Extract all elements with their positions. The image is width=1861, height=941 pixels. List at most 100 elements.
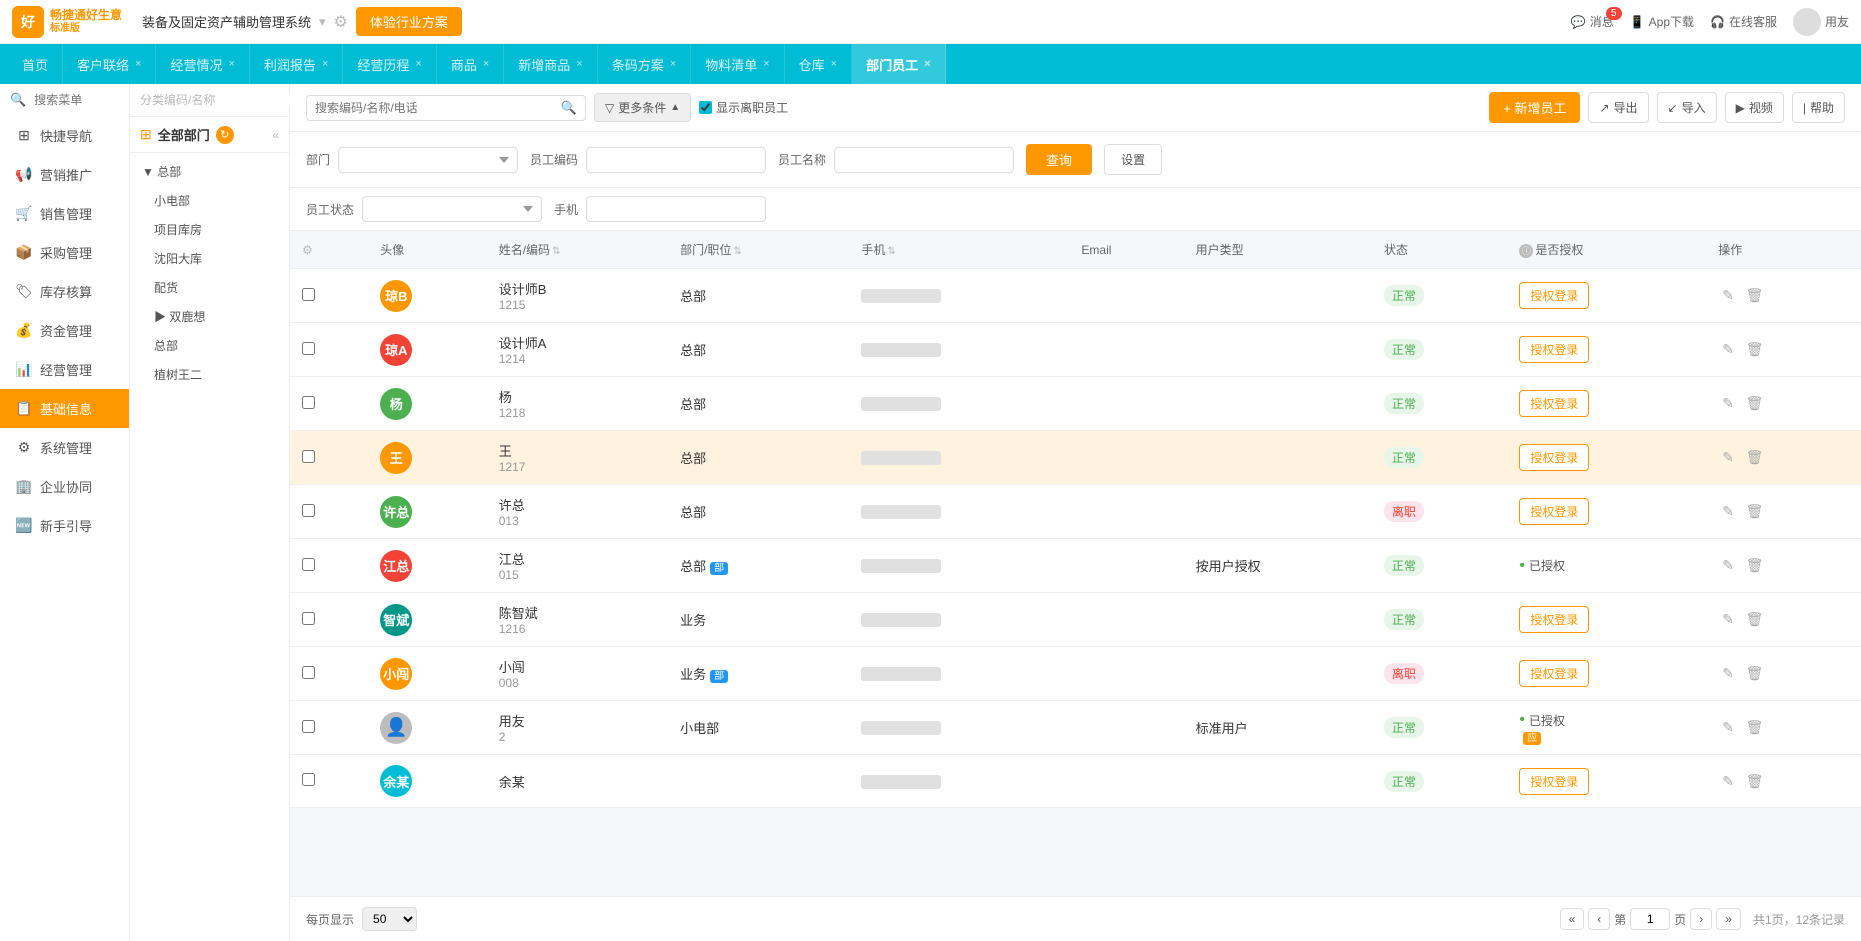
sidebar-search-input[interactable] xyxy=(34,93,119,107)
row-setting[interactable] xyxy=(290,701,368,755)
row-checkbox[interactable] xyxy=(302,612,315,625)
nav-tab-经营情况[interactable]: 经营情况× xyxy=(156,44,249,84)
nav-tab-条码方案[interactable]: 条码方案× xyxy=(598,44,691,84)
sidebar-item-sales[interactable]: 🛒销售管理 xyxy=(0,194,129,233)
dept-item[interactable]: 配货 xyxy=(130,273,289,302)
dept-item[interactable]: 沈阳大库 xyxy=(130,244,289,273)
row-setting[interactable] xyxy=(290,269,368,323)
auth-btn[interactable]: 授权登录 xyxy=(1519,768,1589,795)
edit-btn[interactable]: ✎ xyxy=(1718,771,1738,792)
import-btn[interactable]: ↙ 导入 xyxy=(1657,92,1717,123)
col-dept[interactable]: 部门/职位⇅ xyxy=(668,231,849,269)
dept-search-input[interactable] xyxy=(140,93,295,107)
dept-item[interactable]: 小电部 xyxy=(130,186,289,215)
delete-btn[interactable]: 🗑 xyxy=(1742,339,1768,360)
edit-btn[interactable]: ✎ xyxy=(1718,609,1738,630)
show-resigned-label[interactable]: 显示离职员工 xyxy=(699,99,788,116)
row-checkbox[interactable] xyxy=(302,666,315,679)
row-checkbox[interactable] xyxy=(302,450,315,463)
edit-btn[interactable]: ✎ xyxy=(1718,447,1738,468)
dept-item[interactable]: 项目库房 xyxy=(130,215,289,244)
delete-btn[interactable]: 🗑 xyxy=(1742,717,1768,738)
delete-btn[interactable]: 🗑 xyxy=(1742,285,1768,306)
edit-btn[interactable]: ✎ xyxy=(1718,501,1738,522)
nav-tab-close[interactable]: × xyxy=(670,58,676,70)
nav-tab-物料清单[interactable]: 物料清单× xyxy=(691,44,784,84)
prev-page-btn[interactable]: ‹ xyxy=(1588,908,1610,930)
emp-status-select[interactable] xyxy=(362,196,542,222)
row-checkbox[interactable] xyxy=(302,720,315,733)
nav-tab-新增商品[interactable]: 新增商品× xyxy=(504,44,597,84)
edit-btn[interactable]: ✎ xyxy=(1718,555,1738,576)
delete-btn[interactable]: 🗑 xyxy=(1742,771,1768,792)
first-page-btn[interactable]: « xyxy=(1560,908,1585,930)
user-action[interactable]: 用友 xyxy=(1793,8,1849,36)
row-checkbox[interactable] xyxy=(302,396,315,409)
row-setting[interactable] xyxy=(290,323,368,377)
phone-input[interactable] xyxy=(586,196,766,222)
delete-btn[interactable]: 🗑 xyxy=(1742,501,1768,522)
view-btn[interactable]: ▶ 视频 xyxy=(1725,92,1784,123)
emp-search-input[interactable] xyxy=(315,101,557,115)
emp-name-input[interactable] xyxy=(834,147,1014,173)
row-setting[interactable] xyxy=(290,593,368,647)
nav-tab-部门员工[interactable]: 部门员工× xyxy=(852,44,945,84)
nav-tab-close[interactable]: × xyxy=(831,58,837,70)
nav-tab-仓库[interactable]: 仓库× xyxy=(785,44,852,84)
dept-item[interactable]: ▶ 双鹿想 xyxy=(130,302,289,331)
col-phone[interactable]: 手机⇅ xyxy=(849,231,1069,269)
row-checkbox[interactable] xyxy=(302,342,315,355)
sidebar-item-marketing[interactable]: 📢营销推广 xyxy=(0,155,129,194)
add-emp-btn[interactable]: + 新增员工 xyxy=(1489,92,1580,123)
row-setting[interactable] xyxy=(290,647,368,701)
nav-tab-close[interactable]: × xyxy=(322,58,328,70)
edit-btn[interactable]: ✎ xyxy=(1718,339,1738,360)
auth-btn[interactable]: 授权登录 xyxy=(1519,336,1589,363)
row-setting[interactable] xyxy=(290,755,368,808)
edit-btn[interactable]: ✎ xyxy=(1718,717,1738,738)
sidebar-item-system[interactable]: ⚙系统管理 xyxy=(0,428,129,467)
show-resigned-checkbox[interactable] xyxy=(699,101,712,114)
page-input[interactable] xyxy=(1630,908,1670,930)
nav-tab-close[interactable]: × xyxy=(924,58,930,70)
row-checkbox[interactable] xyxy=(302,558,315,571)
auth-btn[interactable]: 授权登录 xyxy=(1519,606,1589,633)
auth-btn[interactable]: 授权登录 xyxy=(1519,390,1589,417)
sidebar-item-basic[interactable]: 📋基础信息 xyxy=(0,389,129,428)
row-setting[interactable] xyxy=(290,485,368,539)
dept-item[interactable]: 总部 xyxy=(130,331,289,360)
nav-tab-close[interactable]: × xyxy=(576,58,582,70)
nav-tab-close[interactable]: × xyxy=(135,58,141,70)
row-checkbox[interactable] xyxy=(302,504,315,517)
app-action[interactable]: 📱 App下载 xyxy=(1630,13,1694,30)
dropdown-icon[interactable]: ▾ xyxy=(319,14,326,30)
delete-btn[interactable]: 🗑 xyxy=(1742,663,1768,684)
sidebar-item-company[interactable]: 🏢企业协同 xyxy=(0,467,129,506)
next-page-btn[interactable]: › xyxy=(1690,908,1712,930)
nav-tab-close[interactable]: × xyxy=(415,58,421,70)
nav-tab-close[interactable]: × xyxy=(228,58,234,70)
sidebar-item-inventory[interactable]: 🏷库存核算 xyxy=(0,272,129,311)
auth-btn[interactable]: 授权登录 xyxy=(1519,444,1589,471)
search-btn[interactable]: 查询 xyxy=(1026,144,1092,175)
sidebar-item-guide[interactable]: 🆕新手引导 xyxy=(0,506,129,545)
export-btn[interactable]: ↗ 导出 xyxy=(1588,92,1648,123)
sidebar-item-operation[interactable]: 📊经营管理 xyxy=(0,350,129,389)
last-page-btn[interactable]: » xyxy=(1716,908,1741,930)
nav-tab-close[interactable]: × xyxy=(483,58,489,70)
sidebar-search[interactable]: 🔍 xyxy=(0,84,129,116)
settings-icon[interactable]: ⚙ xyxy=(334,12,348,32)
sort-icon[interactable]: ⇅ xyxy=(733,246,741,257)
nav-tab-客户联络[interactable]: 客户联络× xyxy=(63,44,156,84)
service-action[interactable]: 🎧 在线客服 xyxy=(1710,13,1777,30)
sidebar-item-purchase[interactable]: 📦采购管理 xyxy=(0,233,129,272)
row-setting[interactable] xyxy=(290,377,368,431)
sidebar-item-finance[interactable]: 💰资金管理 xyxy=(0,311,129,350)
help-btn[interactable]: | 帮助 xyxy=(1792,92,1845,123)
auth-btn[interactable]: 授权登录 xyxy=(1519,660,1589,687)
sort-icon[interactable]: ⇅ xyxy=(552,246,560,257)
edit-btn[interactable]: ✎ xyxy=(1718,285,1738,306)
row-checkbox[interactable] xyxy=(302,288,315,301)
more-filter-btn[interactable]: ▽ 更多条件 ▲ xyxy=(594,93,691,122)
auth-btn[interactable]: 授权登录 xyxy=(1519,498,1589,525)
